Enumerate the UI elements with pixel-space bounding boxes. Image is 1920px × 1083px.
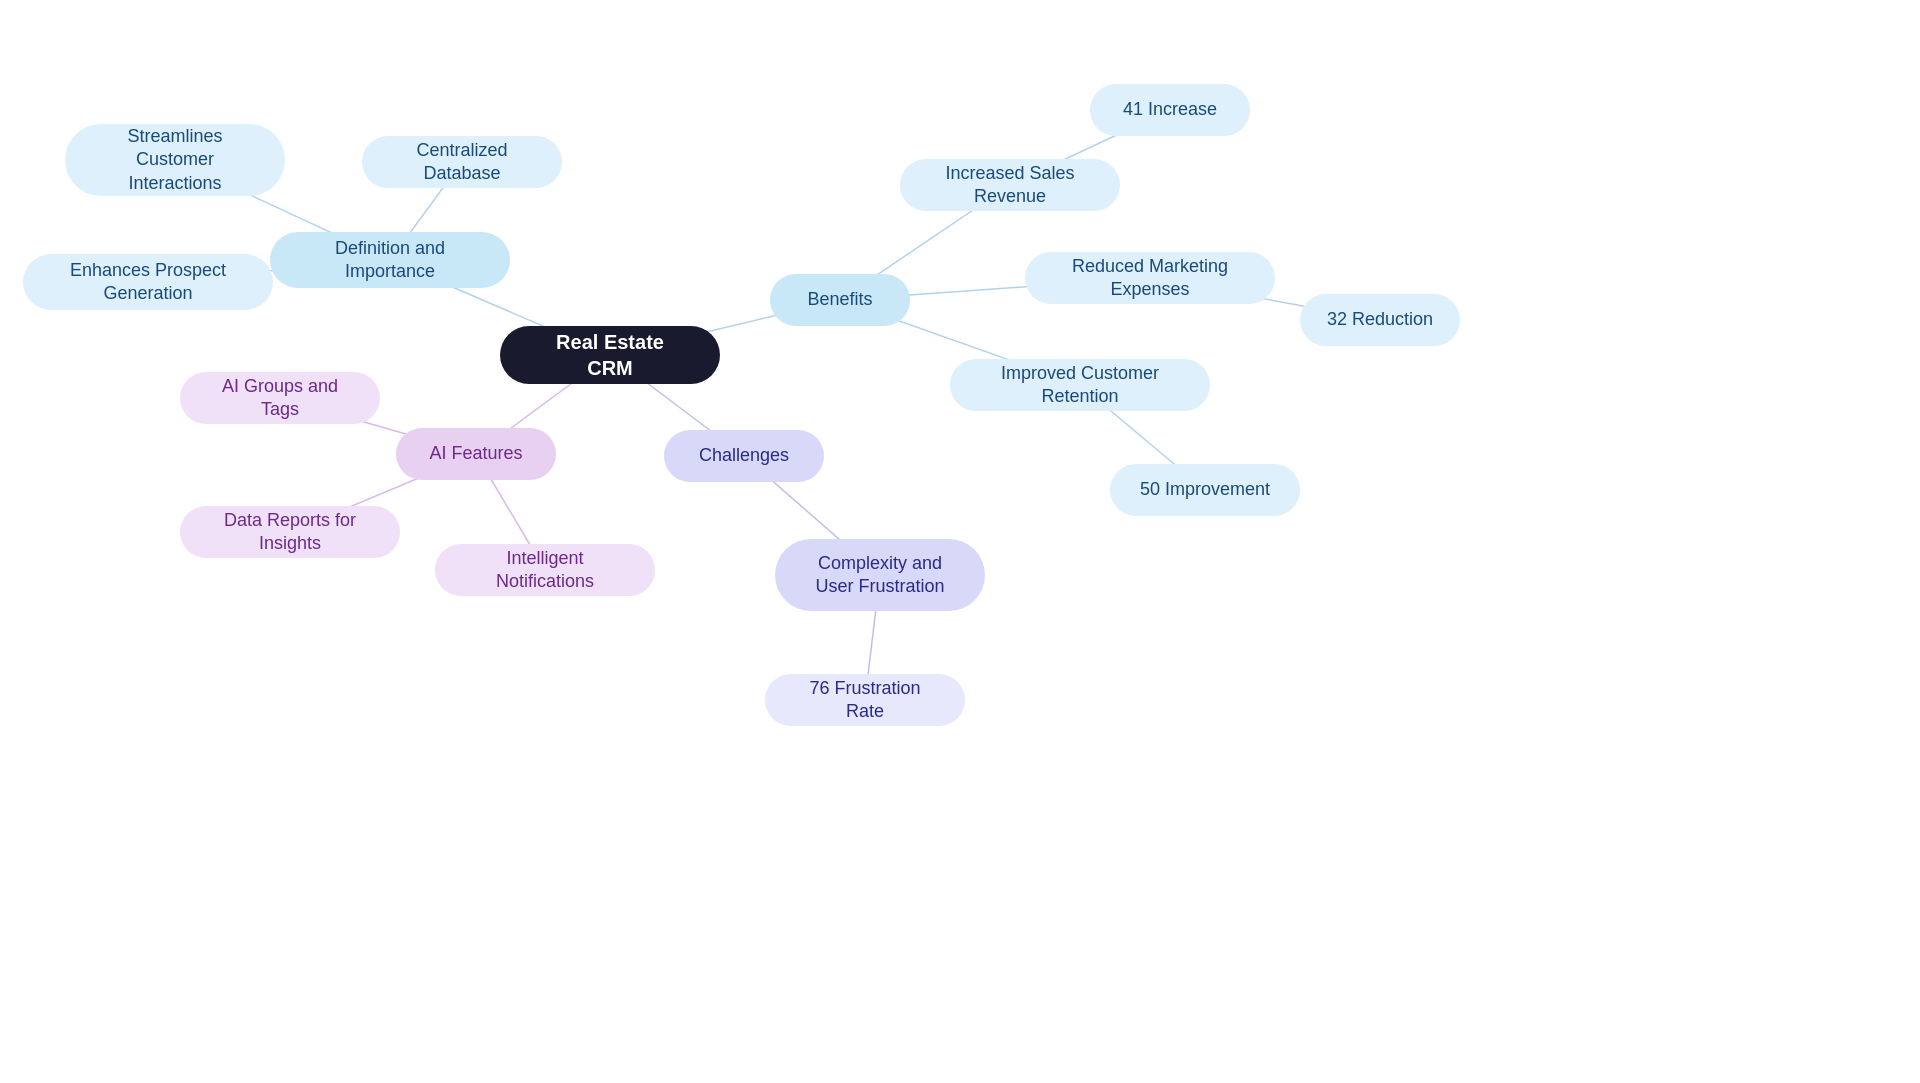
frustration-rate-node[interactable]: 76 Frustration Rate: [765, 674, 965, 726]
frustration-rate-label: 76 Frustration Rate: [789, 677, 941, 724]
improved-retention-node[interactable]: Improved Customer Retention: [950, 359, 1210, 411]
reduction-stat-label: 32 Reduction: [1327, 308, 1433, 331]
complexity-label: Complexity and User Frustration: [799, 552, 961, 599]
data-reports-label: Data Reports for Insights: [204, 509, 376, 556]
reduced-marketing-label: Reduced Marketing Expenses: [1049, 255, 1251, 302]
definition-label: Definition and Importance: [294, 237, 486, 284]
increase-stat-label: 41 Increase: [1123, 98, 1217, 121]
benefits-node[interactable]: Benefits: [770, 274, 910, 326]
intelligent-node[interactable]: Intelligent Notifications: [435, 544, 655, 596]
ai-groups-node[interactable]: AI Groups and Tags: [180, 372, 380, 424]
ai-groups-label: AI Groups and Tags: [204, 375, 356, 422]
centralized-label: Centralized Database: [386, 139, 538, 186]
streamlines-label: Streamlines Customer Interactions: [89, 125, 261, 195]
challenges-label: Challenges: [699, 444, 789, 467]
centralized-node[interactable]: Centralized Database: [362, 136, 562, 188]
center-label: Real Estate CRM: [536, 329, 684, 381]
complexity-node[interactable]: Complexity and User Frustration: [775, 539, 985, 611]
ai-features-node[interactable]: AI Features: [396, 428, 556, 480]
increased-sales-node[interactable]: Increased Sales Revenue: [900, 159, 1120, 211]
challenges-node[interactable]: Challenges: [664, 430, 824, 482]
reduced-marketing-node[interactable]: Reduced Marketing Expenses: [1025, 252, 1275, 304]
enhances-label: Enhances Prospect Generation: [47, 259, 249, 306]
center-node[interactable]: Real Estate CRM: [500, 326, 720, 384]
enhances-node[interactable]: Enhances Prospect Generation: [23, 254, 273, 310]
improvement-stat-node[interactable]: 50 Improvement: [1110, 464, 1300, 516]
increased-sales-label: Increased Sales Revenue: [924, 162, 1096, 209]
benefits-label: Benefits: [807, 288, 872, 311]
definition-node[interactable]: Definition and Importance: [270, 232, 510, 288]
streamlines-node[interactable]: Streamlines Customer Interactions: [65, 124, 285, 196]
reduction-stat-node[interactable]: 32 Reduction: [1300, 294, 1460, 346]
data-reports-node[interactable]: Data Reports for Insights: [180, 506, 400, 558]
ai-features-label: AI Features: [429, 442, 522, 465]
improvement-stat-label: 50 Improvement: [1140, 478, 1270, 501]
intelligent-label: Intelligent Notifications: [459, 547, 631, 594]
improved-retention-label: Improved Customer Retention: [974, 362, 1186, 409]
increase-stat-node[interactable]: 41 Increase: [1090, 84, 1250, 136]
